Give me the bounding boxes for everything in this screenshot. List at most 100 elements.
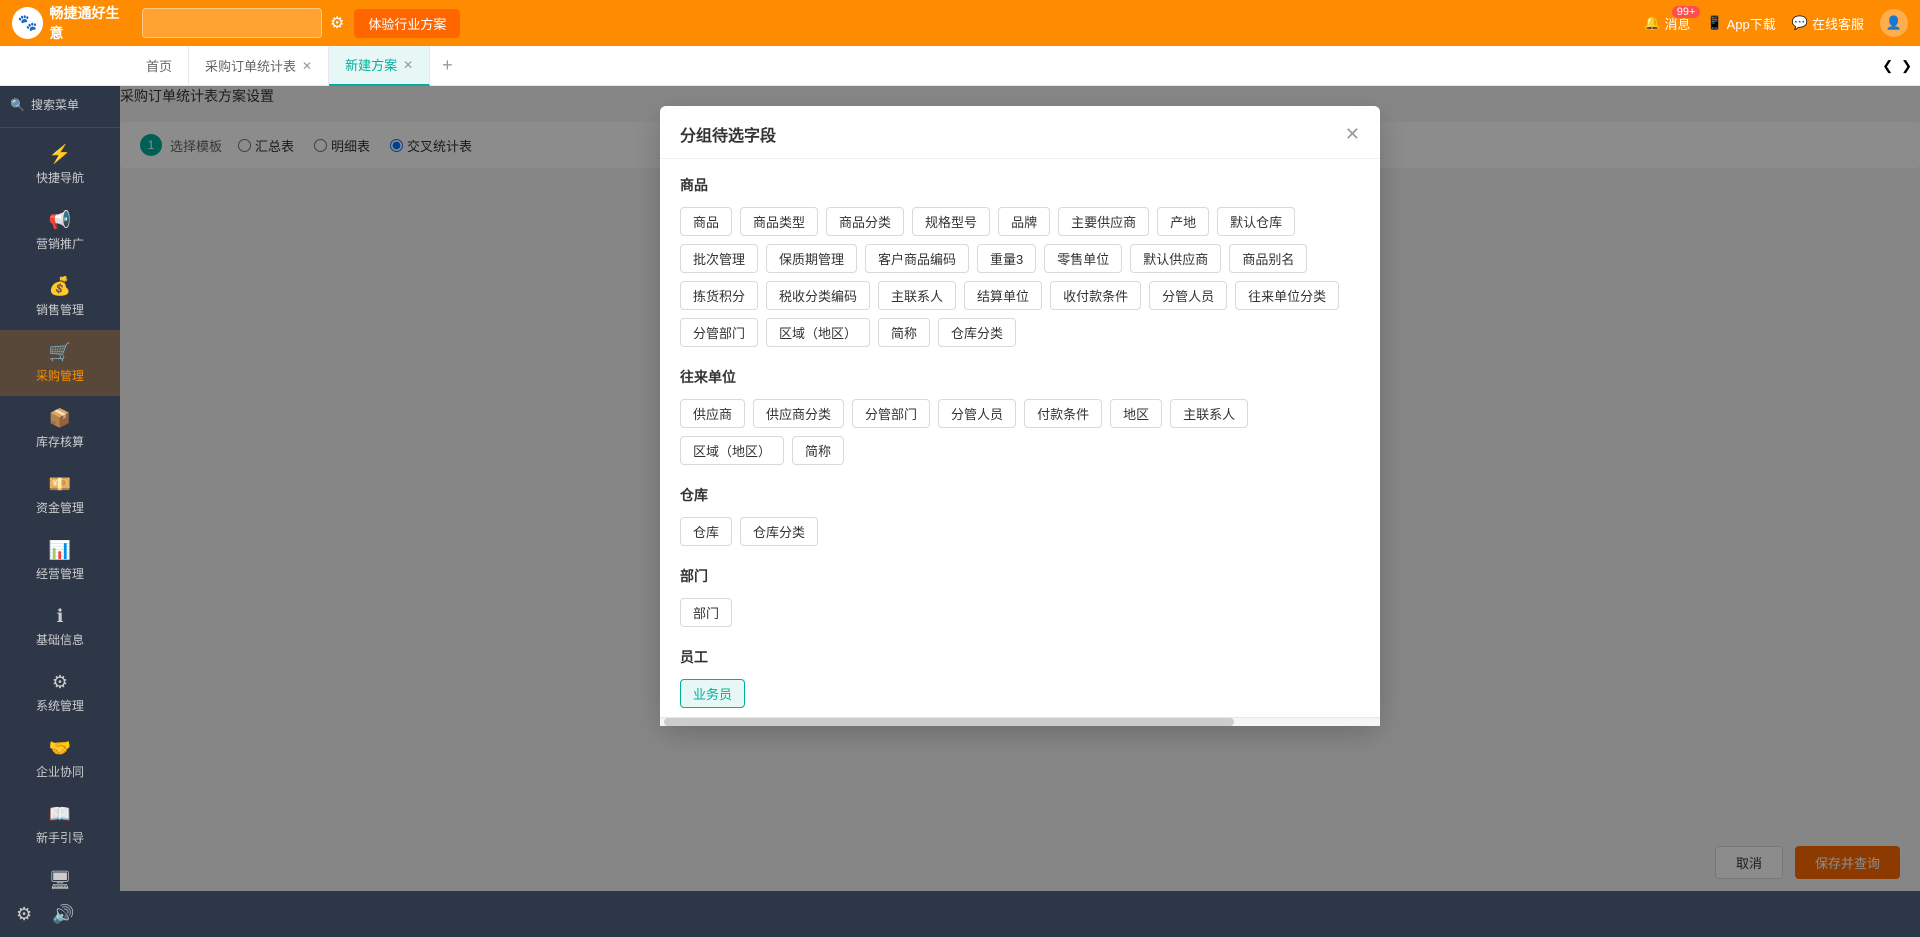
field-select-modal: 分组待选字段 ✕ 商品 商品 商品类型 商品分类 规格型号 品牌 主要供应商 产… (660, 106, 1380, 726)
field-tag-main-contact[interactable]: 主联系人 (878, 281, 956, 310)
field-tag-customer-code[interactable]: 客户商品编码 (865, 244, 969, 273)
field-tag-partner-contact[interactable]: 主联系人 (1170, 399, 1248, 428)
field-tag-batch-mgmt[interactable]: 批次管理 (680, 244, 758, 273)
partner-section-title: 往来单位 (680, 367, 1360, 387)
bottom-sound-icon[interactable]: 🔊 (52, 904, 74, 925)
tab-purchase-stats[interactable]: 采购订单统计表 ✕ (189, 46, 329, 86)
field-tag-area[interactable]: 地区 (1110, 399, 1162, 428)
tab-bar: 首页 采购订单统计表 ✕ 新建方案 ✕ + ❮ ❯ (0, 46, 1920, 86)
sales-label: 销售管理 (36, 301, 84, 318)
sidebar-item-system[interactable]: ⚙ 系统管理 (0, 660, 120, 726)
field-tag-product[interactable]: 商品 (680, 207, 732, 236)
inventory-icon: 📦 (49, 408, 71, 429)
guide-label: 新手引导 (36, 829, 84, 846)
tab-next-icon[interactable]: ❯ (1901, 58, 1912, 74)
field-tag-spec-type[interactable]: 规格型号 (912, 207, 990, 236)
modal-close-button[interactable]: ✕ (1345, 124, 1360, 145)
field-tag-main-supplier[interactable]: 主要供应商 (1058, 207, 1149, 236)
field-tag-pick-points[interactable]: 拣货积分 (680, 281, 758, 310)
search-menu-label: 搜索菜单 (31, 96, 79, 113)
warehouse-section-title: 仓库 (680, 485, 1360, 505)
sidebar-item-inventory[interactable]: 📦 库存核算 (0, 396, 120, 462)
avatar[interactable]: 👤 (1880, 9, 1908, 37)
tab-purchase-close-icon[interactable]: ✕ (302, 59, 312, 73)
bottom-gear-icon[interactable]: ⚙ (16, 904, 32, 925)
employee-field-tags: 业务员 (680, 679, 1360, 708)
field-tag-product-category[interactable]: 商品分类 (826, 207, 904, 236)
modal-body: 商品 商品 商品类型 商品分类 规格型号 品牌 主要供应商 产地 默认仓库 批次… (660, 159, 1380, 717)
notification-item[interactable]: 🔔 消息 99+ (1644, 14, 1690, 33)
header-search-box[interactable] (142, 8, 322, 38)
guide-icon: 📖 (49, 804, 71, 825)
field-tag-abbr[interactable]: 简称 (878, 318, 930, 347)
tab-home[interactable]: 首页 (130, 46, 189, 86)
sidebar-item-finance[interactable]: 💴 资金管理 (0, 462, 120, 528)
field-tag-product-alias[interactable]: 商品别名 (1229, 244, 1307, 273)
sidebar-item-marketing[interactable]: 📢 营销推广 (0, 198, 120, 264)
field-tag-warehouse[interactable]: 仓库 (680, 517, 732, 546)
inventory-label: 库存核算 (36, 433, 84, 450)
settings-icon[interactable]: ⚙ (330, 13, 344, 33)
field-tag-default-warehouse[interactable]: 默认仓库 (1217, 207, 1295, 236)
field-tag-partner-category[interactable]: 往来单位分类 (1235, 281, 1339, 310)
field-tag-payment-terms[interactable]: 收付款条件 (1050, 281, 1141, 310)
field-tag-payment-cond[interactable]: 付款条件 (1024, 399, 1102, 428)
field-tag-origin[interactable]: 产地 (1157, 207, 1209, 236)
field-tag-partner-region[interactable]: 区域（地区） (680, 436, 784, 465)
employee-section: 员工 业务员 (680, 647, 1360, 708)
online-service-item[interactable]: 💬 在线客服 (1792, 14, 1864, 33)
field-tag-weight[interactable]: 重量3 (977, 244, 1036, 273)
field-tag-brand[interactable]: 品牌 (998, 207, 1050, 236)
finance-label: 资金管理 (36, 499, 84, 516)
tab-bar-right: ❮ ❯ (1882, 58, 1920, 74)
field-tag-warehouse-category[interactable]: 仓库分类 (938, 318, 1016, 347)
modal-hscrollbar[interactable] (660, 717, 1380, 726)
bell-icon: 🔔 (1644, 15, 1660, 31)
field-tag-supplier-category[interactable]: 供应商分类 (753, 399, 844, 428)
search-input[interactable] (151, 16, 313, 30)
employee-section-title: 员工 (680, 647, 1360, 667)
system-icon: ⚙ (52, 672, 68, 693)
sidebar-divider-1 (0, 127, 120, 128)
field-tag-shelf-life[interactable]: 保质期管理 (766, 244, 857, 273)
app-download-item[interactable]: 📱 App下载 (1706, 14, 1775, 33)
sidebar-item-purchase[interactable]: 🛒 采购管理 (0, 330, 120, 396)
field-tag-supplier[interactable]: 供应商 (680, 399, 745, 428)
hscrollbar-thumb[interactable] (664, 718, 1234, 726)
field-tag-supervisor[interactable]: 分管人员 (1149, 281, 1227, 310)
field-tag-tax-code[interactable]: 税收分类编码 (766, 281, 870, 310)
tab-prev-icon[interactable]: ❮ (1882, 58, 1893, 74)
tab-new-scheme[interactable]: 新建方案 ✕ (329, 46, 430, 86)
field-tag-warehouse-cat[interactable]: 仓库分类 (740, 517, 818, 546)
top-header: 🐾 畅捷通好生意 ⚙ 体验行业方案 🔔 消息 99+ 📱 App下载 💬 在线客… (0, 0, 1920, 46)
department-section: 部门 部门 (680, 566, 1360, 627)
sidebar-item-appcenter[interactable]: 🖥 应用中心 (0, 858, 120, 891)
field-tag-product-type[interactable]: 商品类型 (740, 207, 818, 236)
experience-button[interactable]: 体验行业方案 (354, 9, 460, 38)
tab-add-button[interactable]: + (430, 55, 465, 76)
sidebar-item-guide[interactable]: 📖 新手引导 (0, 792, 120, 858)
field-tag-partner-dept[interactable]: 分管部门 (852, 399, 930, 428)
sidebar-item-cooperation[interactable]: 🤝 企业协同 (0, 726, 120, 792)
field-tag-salesperson[interactable]: 业务员 (680, 679, 745, 708)
warehouse-section: 仓库 仓库 仓库分类 (680, 485, 1360, 546)
field-tag-partner-abbr[interactable]: 简称 (792, 436, 844, 465)
sidebar-item-operations[interactable]: 📊 经营管理 (0, 528, 120, 594)
field-tag-region[interactable]: 区域（地区） (766, 318, 870, 347)
logo-icon: 🐾 (12, 7, 43, 39)
sidebar-search-item[interactable]: 🔍 搜索菜单 (0, 86, 120, 123)
sidebar-item-quicknav[interactable]: ⚡ 快捷导航 (0, 132, 120, 198)
app-label: App下载 (1727, 14, 1776, 33)
sidebar-item-sales[interactable]: 💰 销售管理 (0, 264, 120, 330)
marketing-icon: 📢 (49, 210, 71, 231)
sidebar-item-basics[interactable]: ℹ 基础信息 (0, 594, 120, 660)
bottom-bar: ⚙ 🔊 (0, 891, 1920, 937)
tab-new-scheme-close-icon[interactable]: ✕ (403, 58, 413, 72)
field-tag-department[interactable]: 部门 (680, 598, 732, 627)
field-tag-dept[interactable]: 分管部门 (680, 318, 758, 347)
field-tag-partner-supervisor[interactable]: 分管人员 (938, 399, 1016, 428)
field-tag-retail-unit[interactable]: 零售单位 (1044, 244, 1122, 273)
cooperation-icon: 🤝 (49, 738, 71, 759)
field-tag-settlement-unit[interactable]: 结算单位 (964, 281, 1042, 310)
field-tag-default-supplier[interactable]: 默认供应商 (1130, 244, 1221, 273)
